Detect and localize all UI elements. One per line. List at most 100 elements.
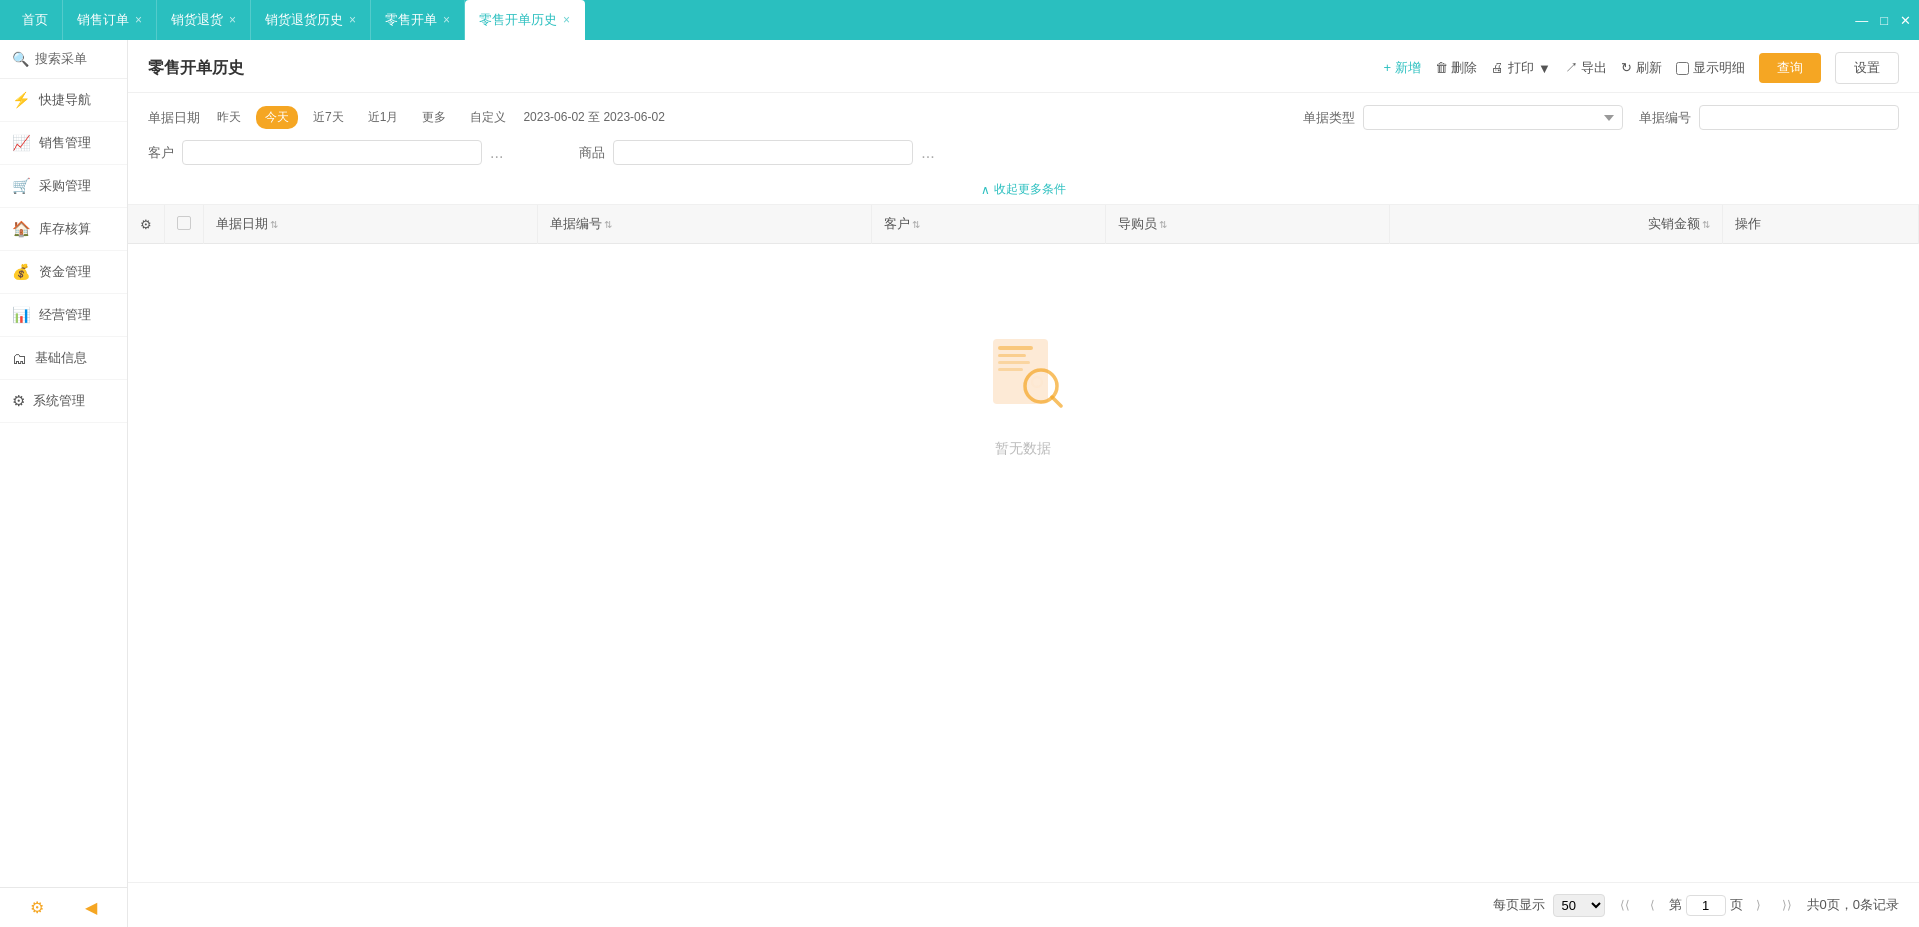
sort-icon-guide: ⇅ <box>1159 219 1167 230</box>
tab-close-sales-order[interactable]: × <box>135 13 142 27</box>
date-btn-last7days[interactable]: 近7天 <box>304 106 353 129</box>
th-action: 操作 <box>1723 205 1919 244</box>
tab-home[interactable]: 首页 <box>8 0 63 40</box>
th-number[interactable]: 单据编号⇅ <box>537 205 871 244</box>
nav-label-purchase-mgmt: 采购管理 <box>39 177 91 195</box>
sidebar-item-operations[interactable]: 📊 经营管理 <box>0 294 127 337</box>
product-input[interactable] <box>613 140 913 165</box>
svg-rect-2 <box>998 354 1026 357</box>
sidebar: 🔍 搜索采单 ⚡快捷导航 📈 销售管理 🛒采购管理 🏠 库存核算 💰资金管理 📊 经营管理 🗂基础… <box>0 40 128 927</box>
sort-icon-customer: ⇅ <box>912 219 920 230</box>
main-layout: 🔍 搜索采单 ⚡快捷导航 📈 销售管理 🛒采购管理 🏠 库存核算 💰资金管理 📊 经营管理 🗂基础… <box>0 40 1919 927</box>
th-amount[interactable]: 实销金额⇅ <box>1389 205 1723 244</box>
empty-state: 暂无数据 <box>128 244 1919 538</box>
sidebar-bottom: ⚙ ◀ <box>0 887 127 927</box>
tab-retail-open-history[interactable]: 零售开单历史× <box>465 0 585 40</box>
last-page-btn[interactable]: ⟩⟩ <box>1775 893 1799 917</box>
svg-rect-3 <box>998 361 1030 364</box>
collapse-filter-btn[interactable]: ∧ 收起更多条件 <box>148 175 1899 204</box>
window-close-btn[interactable]: ✕ <box>1900 13 1911 28</box>
date-btn-last1month[interactable]: 近1月 <box>359 106 408 129</box>
tab-close-retail-open[interactable]: × <box>443 13 450 27</box>
sidebar-item-sales-mgmt[interactable]: 📈 销售管理 <box>0 122 127 165</box>
window-maximize-btn[interactable]: □ <box>1880 13 1888 28</box>
settings-icon[interactable]: ⚙ <box>30 898 44 917</box>
nav-icon-operations: 📊 <box>12 306 31 324</box>
refresh-button[interactable]: ↻ 刷新 <box>1621 59 1662 77</box>
date-filter-group: 单据日期 昨天今天近7天近1月更多自定义 2023-06-02 至 2023-0… <box>148 106 665 129</box>
doc-type-label: 单据类型 <box>1303 109 1355 127</box>
product-label: 商品 <box>579 144 605 162</box>
export-button[interactable]: ↗ 导出 <box>1565 59 1608 77</box>
sidebar-item-base-info[interactable]: 🗂基础信息 <box>0 337 127 380</box>
settings-button[interactable]: 设置 <box>1835 52 1899 84</box>
customer-input[interactable] <box>182 140 482 165</box>
customer-label: 客户 <box>148 144 174 162</box>
tab-close-sales-return-history[interactable]: × <box>349 13 356 27</box>
total-info: 共0页，0条记录 <box>1807 896 1899 914</box>
doc-number-input[interactable] <box>1699 105 1899 130</box>
th-guide[interactable]: 导购员⇅ <box>1105 205 1389 244</box>
tab-sales-return-history[interactable]: 销货退货历史× <box>251 0 371 40</box>
tabs-container: 首页销售订单×销货退货×销货退货历史×零售开单×零售开单历史× <box>8 0 585 40</box>
page-header: 零售开单历史 + 新增 🗑 删除 🖨 打印 ▼ ↗ 导出 ↻ 刷新 显示明细 查… <box>128 40 1919 93</box>
collapse-label: 收起更多条件 <box>994 181 1066 198</box>
sidebar-search[interactable]: 🔍 搜索采单 <box>0 40 127 79</box>
window-minimize-btn[interactable]: — <box>1855 13 1868 28</box>
page-input[interactable] <box>1686 895 1726 916</box>
delete-button[interactable]: 🗑 删除 <box>1435 59 1478 77</box>
date-btn-more[interactable]: 更多 <box>413 106 455 129</box>
sidebar-item-quick-nav[interactable]: ⚡快捷导航 <box>0 79 127 122</box>
nav-icon-sales-mgmt: 📈 <box>12 134 31 152</box>
tab-close-sales-return[interactable]: × <box>229 13 236 27</box>
table-header: ⚙ 单据日期⇅单据编号⇅客户⇅导购员⇅实销金额⇅操作 <box>128 205 1919 244</box>
sort-icon-date: ⇅ <box>270 219 278 230</box>
nav-icon-inventory: 🏠 <box>12 220 31 238</box>
print-button[interactable]: 🖨 打印 ▼ <box>1491 59 1551 77</box>
doc-type-select[interactable] <box>1363 105 1623 130</box>
first-page-btn[interactable]: ⟨⟨ <box>1613 893 1637 917</box>
nav-label-inventory: 库存核算 <box>39 220 91 238</box>
select-all-checkbox[interactable] <box>177 216 191 230</box>
tab-sales-return[interactable]: 销货退货× <box>157 0 251 40</box>
page-label: 第 <box>1669 896 1682 914</box>
th-customer[interactable]: 客户⇅ <box>871 205 1105 244</box>
nav-label-sales-mgmt: 销售管理 <box>39 134 91 152</box>
table-settings-icon[interactable]: ⚙ <box>140 217 152 232</box>
nav-icon-sys-mgmt: ⚙ <box>12 392 25 410</box>
customer-select-btn[interactable]: ... <box>490 144 503 162</box>
sidebar-nav: ⚡快捷导航 📈 销售管理 🛒采购管理 🏠 库存核算 💰资金管理 📊 经营管理 🗂基础信息⚙系统管理 <box>0 79 127 887</box>
doc-number-filter-group: 单据编号 <box>1639 105 1899 130</box>
nav-label-operations: 经营管理 <box>39 306 91 324</box>
query-button[interactable]: 查询 <box>1759 53 1821 83</box>
sidebar-item-sys-mgmt[interactable]: ⚙系统管理 <box>0 380 127 423</box>
sidebar-item-inventory[interactable]: 🏠 库存核算 <box>0 208 127 251</box>
date-btn-today[interactable]: 今天 <box>256 106 298 129</box>
sidebar-item-purchase-mgmt[interactable]: 🛒采购管理 <box>0 165 127 208</box>
empty-illustration <box>973 324 1073 424</box>
next-page-btn[interactable]: ⟩ <box>1747 893 1771 917</box>
collapse-icon: ∧ <box>981 183 990 197</box>
nav-label-quick-nav: 快捷导航 <box>39 91 91 109</box>
th-checkbox <box>165 205 204 244</box>
date-btn-custom[interactable]: 自定义 <box>461 106 515 129</box>
per-page-label: 每页显示 <box>1493 896 1545 914</box>
collapse-sidebar-icon[interactable]: ◀ <box>85 898 97 917</box>
tab-close-retail-open-history[interactable]: × <box>563 13 570 27</box>
sidebar-item-finance[interactable]: 💰资金管理 <box>0 251 127 294</box>
tab-bar: 首页销售订单×销货退货×销货退货历史×零售开单×零售开单历史× — □ ✕ <box>0 0 1919 40</box>
th-date[interactable]: 单据日期⇅ <box>204 205 538 244</box>
display-detail-checkbox[interactable] <box>1676 62 1689 75</box>
sort-icon-number: ⇅ <box>604 219 612 230</box>
display-detail-toggle[interactable]: 显示明细 <box>1676 59 1745 77</box>
page-nav: ⟨⟨ ⟨ 第 页 ⟩ ⟩⟩ <box>1613 893 1799 917</box>
date-btn-yesterday[interactable]: 昨天 <box>208 106 250 129</box>
prev-page-btn[interactable]: ⟨ <box>1641 893 1665 917</box>
th-settings: ⚙ <box>128 205 165 244</box>
per-page-select[interactable]: 102050100 <box>1553 894 1605 917</box>
add-button[interactable]: + 新增 <box>1383 59 1420 77</box>
tab-sales-order[interactable]: 销售订单× <box>63 0 157 40</box>
product-select-btn[interactable]: ... <box>921 144 934 162</box>
tab-retail-open[interactable]: 零售开单× <box>371 0 465 40</box>
nav-icon-base-info: 🗂 <box>12 350 27 367</box>
